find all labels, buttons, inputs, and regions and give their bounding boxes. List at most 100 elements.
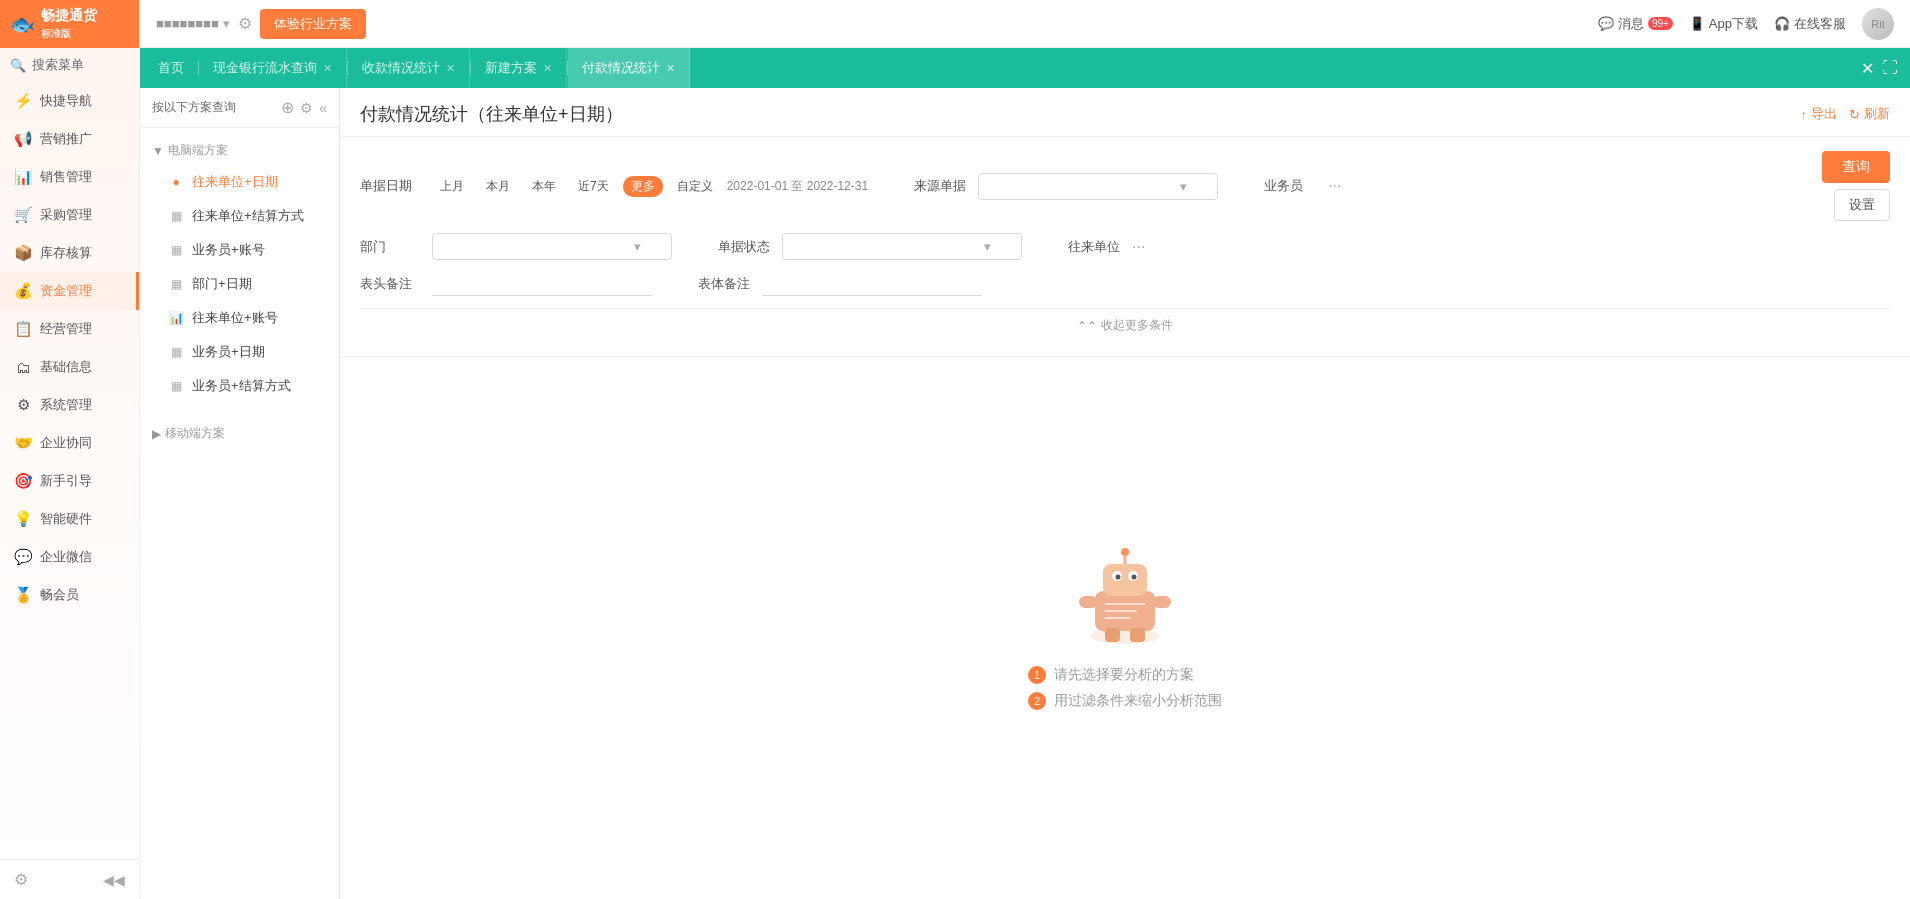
- settings-btn[interactable]: 设置: [1834, 189, 1890, 221]
- tab-new-scheme[interactable]: 新建方案 ✕: [471, 48, 567, 88]
- sidebar-item-corp[interactable]: 🤝 企业协同: [0, 424, 139, 462]
- search-label: 搜索菜单: [32, 56, 84, 74]
- sidebar-item-basic[interactable]: 🗂 基础信息: [0, 348, 139, 386]
- scheme-item-unit-date[interactable]: ● 往来单位+日期: [140, 165, 339, 199]
- svg-point-8: [1121, 548, 1129, 556]
- sidebar-item-inventory[interactable]: 📦 库存核算: [0, 234, 139, 272]
- sidebar-item-purchase[interactable]: 🛒 采购管理: [0, 196, 139, 234]
- settings-icon[interactable]: ⚙: [238, 14, 252, 33]
- sidebar-item-sales[interactable]: 📊 销售管理: [0, 158, 139, 196]
- sidebar-item-operation[interactable]: 📋 经营管理: [0, 310, 139, 348]
- tab-new-scheme-close-icon[interactable]: ✕: [543, 62, 552, 75]
- topbar-left: ■■■■■■■■ ▾ ⚙ 体验行业方案: [156, 9, 1586, 39]
- tab-bank-close-icon[interactable]: ✕: [323, 62, 332, 75]
- sidebar-item-member[interactable]: 🏅 畅会员: [0, 576, 139, 614]
- voucher-status-select[interactable]: ▾: [782, 233, 1022, 260]
- scheme-item-unit-account[interactable]: 📊 往来单位+账号: [140, 301, 339, 335]
- messages-btn[interactable]: 💬 消息 99+: [1598, 15, 1673, 33]
- tab-expand-icon[interactable]: ⛶: [1882, 59, 1898, 77]
- tab-receivable[interactable]: 收款情况统计 ✕: [348, 48, 470, 88]
- sidebar-footer: ⚙ ◀◀: [0, 859, 139, 899]
- tab-receivable-close-icon[interactable]: ✕: [446, 62, 455, 75]
- export-btn[interactable]: ↑ 导出: [1801, 105, 1838, 123]
- member-icon: 🏅: [14, 586, 32, 604]
- sidebar-item-guide[interactable]: 🎯 新手引导: [0, 462, 139, 500]
- date-opt-custom[interactable]: 自定义: [669, 175, 721, 198]
- marketing-icon: 📢: [14, 130, 32, 148]
- trial-btn[interactable]: 体验行业方案: [260, 9, 366, 39]
- date-range-display: 2022-01-01 至 2022-12-31: [727, 178, 868, 195]
- sidebar-item-system[interactable]: ⚙ 系统管理: [0, 386, 139, 424]
- scheme-item-dept-date[interactable]: ▦ 部门+日期: [140, 267, 339, 301]
- svg-point-6: [1132, 575, 1137, 580]
- search-menu[interactable]: 🔍 搜索菜单: [0, 48, 139, 82]
- scheme-unit-settle-label: 往来单位+结算方式: [192, 207, 304, 225]
- scheme-item-staff-date[interactable]: ▦ 业务员+日期: [140, 335, 339, 369]
- scheme-unit-date-label: 往来单位+日期: [192, 173, 278, 191]
- header-note-input[interactable]: [432, 272, 652, 296]
- refresh-icon: ↻: [1849, 107, 1860, 122]
- tab-payment-close-icon[interactable]: ✕: [666, 62, 675, 75]
- tip-text-2: 用过滤条件来缩小分析范围: [1054, 692, 1222, 710]
- sidebar-item-marketing[interactable]: 📢 营销推广: [0, 120, 139, 158]
- sidebar-item-label: 畅会员: [40, 586, 79, 604]
- tab-home[interactable]: 首页: [144, 48, 198, 88]
- voucher-status-chevron-icon: ▾: [984, 239, 991, 254]
- tabbar: 首页 现金银行流水查询 ✕ 收款情况统计 ✕ 新建方案 ✕ 付款情况统计 ✕ ✕…: [140, 48, 1910, 88]
- svg-rect-9: [1079, 596, 1097, 608]
- sidebar-item-quick-nav[interactable]: ⚡ 快捷导航: [0, 82, 139, 120]
- basic-icon: 🗂: [14, 358, 32, 376]
- query-btn[interactable]: 查询: [1822, 151, 1890, 183]
- date-opt-this-year[interactable]: 本年: [524, 175, 564, 198]
- logo-text: 畅捷通货: [41, 7, 97, 25]
- tab-new-scheme-label: 新建方案: [485, 59, 537, 77]
- filter-bar: 单据日期 上月 本月 本年 近7天 更多 自定义 2022-01-01 至 20…: [340, 137, 1910, 357]
- company-name: ■■■■■■■■: [156, 16, 219, 31]
- refresh-btn[interactable]: ↻ 刷新: [1849, 105, 1890, 123]
- date-opt-this-month[interactable]: 本月: [478, 175, 518, 198]
- filter-actions: 查询 设置: [1822, 151, 1890, 221]
- sidebar-item-label: 企业协同: [40, 434, 92, 452]
- date-opt-7days[interactable]: 近7天: [570, 175, 617, 198]
- sidebar-item-wechat[interactable]: 💬 企业微信: [0, 538, 139, 576]
- svg-rect-2: [1103, 564, 1147, 596]
- sidebar-item-label: 经营管理: [40, 320, 92, 338]
- online-service-btn[interactable]: 🎧 在线客服: [1774, 15, 1846, 33]
- svg-rect-12: [1130, 628, 1145, 642]
- system-icon: ⚙: [14, 396, 32, 414]
- scheme-settings-icon[interactable]: ⚙: [300, 100, 313, 116]
- scheme-item-staff-account[interactable]: ▦ 业务员+账号: [140, 233, 339, 267]
- sidebar-item-hardware[interactable]: 💡 智能硬件: [0, 500, 139, 538]
- app-download-btn[interactable]: 📱 App下载: [1689, 15, 1758, 33]
- desktop-section-label: 电脑端方案: [168, 142, 228, 159]
- dept-select[interactable]: ▾: [432, 233, 672, 260]
- footer-settings-icon[interactable]: ⚙: [14, 870, 28, 889]
- scheme-collapse-icon[interactable]: «: [319, 100, 327, 116]
- scheme-dept-date-icon: ▦: [168, 276, 184, 292]
- tab-payment[interactable]: 付款情况统计 ✕: [568, 48, 690, 88]
- body-note-input[interactable]: [762, 272, 982, 296]
- sidebar-item-finance[interactable]: 💰 资金管理: [0, 272, 139, 310]
- service-icon: 🎧: [1774, 16, 1790, 31]
- sidebar-item-label: 资金管理: [40, 282, 92, 300]
- voucher-status-label: 单据状态: [718, 238, 774, 256]
- scheme-item-staff-settle[interactable]: ▦ 业务员+结算方式: [140, 369, 339, 403]
- add-scheme-icon[interactable]: ⊕: [281, 98, 294, 117]
- tab-bank[interactable]: 现金银行流水查询 ✕: [199, 48, 347, 88]
- company-selector[interactable]: ■■■■■■■■ ▾: [156, 16, 230, 31]
- collapse-btn[interactable]: ⌃⌃ 收起更多条件: [360, 308, 1890, 342]
- scheme-item-unit-settle[interactable]: ▦ 往来单位+结算方式: [140, 199, 339, 233]
- avatar[interactable]: Rit: [1862, 8, 1894, 40]
- scheme-unit-account-label: 往来单位+账号: [192, 309, 278, 327]
- tab-close-all-icon[interactable]: ✕: [1861, 59, 1874, 78]
- date-opt-more[interactable]: 更多: [623, 176, 663, 197]
- sidebar-item-label: 库存核算: [40, 244, 92, 262]
- source-select[interactable]: ▾: [978, 173, 1218, 200]
- date-opt-last-month[interactable]: 上月: [432, 175, 472, 198]
- desktop-section-title[interactable]: ▼ 电脑端方案: [140, 136, 339, 165]
- footer-collapse-icon[interactable]: ◀◀: [103, 872, 125, 888]
- mobile-section-title[interactable]: ▶ 移动端方案: [140, 419, 339, 448]
- sidebar-item-label: 快捷导航: [40, 92, 92, 110]
- sidebar-item-label: 系统管理: [40, 396, 92, 414]
- finance-icon: 💰: [14, 282, 32, 300]
